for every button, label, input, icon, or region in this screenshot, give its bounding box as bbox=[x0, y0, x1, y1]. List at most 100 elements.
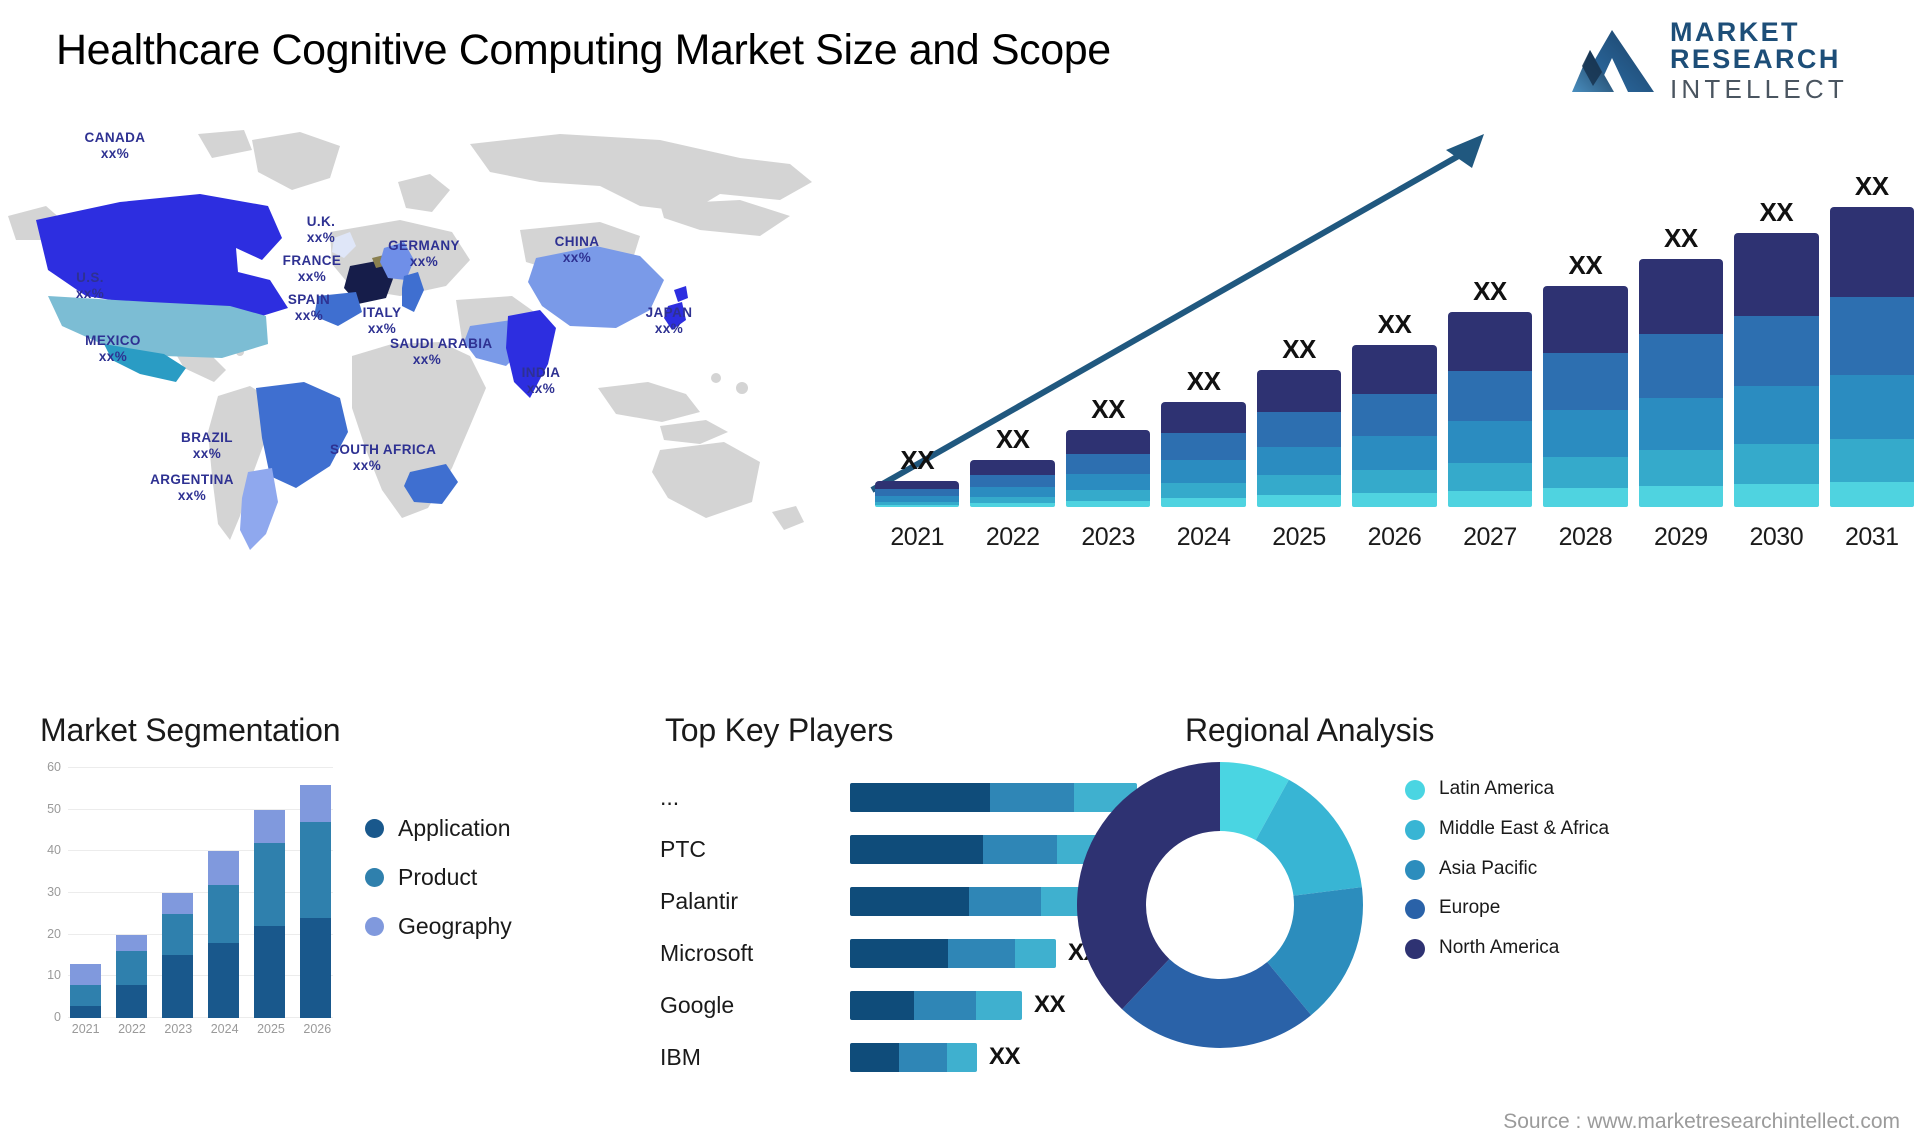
segmentation-legend-label: Application bbox=[398, 815, 511, 841]
regional-analysis-panel: Latin America Middle East & Africa Asia Pa… bbox=[1060, 755, 1920, 1085]
forecast-year-label: 2025 bbox=[1272, 523, 1326, 551]
regional-legend-item[interactable]: Asia Pacific bbox=[1405, 857, 1609, 881]
forecast-bar-segment bbox=[1256, 370, 1342, 412]
forecast-bar-value-label: XX bbox=[1759, 197, 1794, 228]
player-bar-segment bbox=[850, 834, 983, 864]
legend-color-swatch-icon bbox=[1405, 780, 1425, 800]
segmentation-legend: Application Product Geography bbox=[365, 815, 512, 962]
segmentation-y-tick: 50 bbox=[47, 801, 61, 816]
forecast-bar-segment bbox=[1734, 316, 1819, 387]
segmentation-bar-segment bbox=[254, 926, 285, 1018]
world-map-panel: CANADA xx% U.S. xx% MEXICO xx% BRAZIL xx… bbox=[0, 120, 830, 560]
brand-line-research: RESEARCH bbox=[1670, 43, 1841, 74]
forecast-bar bbox=[1734, 233, 1819, 507]
forecast-bar-group: XX bbox=[1829, 167, 1914, 507]
forecast-bar-segment bbox=[1829, 438, 1914, 482]
segmentation-y-tick: 40 bbox=[47, 843, 61, 858]
forecast-bar-segment bbox=[1161, 460, 1246, 483]
forecast-bar-value-label: XX bbox=[995, 424, 1030, 455]
regional-legend-item[interactable]: Latin America bbox=[1405, 777, 1609, 801]
player-name-label: ... bbox=[660, 783, 680, 810]
donut-slice[interactable] bbox=[1077, 762, 1220, 1010]
forecast-bar-value-label: XX bbox=[1186, 365, 1221, 396]
brand-logo: MARKET RESEARCH INTELLECT bbox=[1568, 14, 1898, 106]
legend-color-swatch-icon bbox=[1405, 899, 1425, 920]
forecast-bar-segment bbox=[1543, 352, 1628, 410]
player-bar bbox=[850, 1042, 977, 1072]
forecast-bar-segment bbox=[1256, 411, 1342, 447]
market-segmentation-title: Market Segmentation bbox=[40, 712, 341, 748]
forecast-bar-segment bbox=[1256, 446, 1342, 476]
player-bar-segment bbox=[947, 938, 1015, 968]
player-bar-segment bbox=[947, 1042, 977, 1072]
segmentation-legend-item[interactable]: Product bbox=[365, 864, 512, 891]
segmentation-legend-item[interactable]: Geography bbox=[365, 913, 512, 940]
forecast-bar-segment bbox=[1352, 394, 1437, 436]
forecast-bar-group: XX bbox=[1161, 167, 1246, 507]
segmentation-y-tick: 0 bbox=[54, 1010, 61, 1024]
forecast-bar-segment bbox=[875, 505, 960, 507]
segmentation-plot-area: 0 10 20 30 40 50 60 bbox=[47, 760, 333, 1024]
forecast-bar-segment bbox=[1543, 286, 1628, 353]
forecast-year-axis: 2021 2022 2023 2024 2025 2026 2027 2028 2029 2030… bbox=[875, 523, 1914, 552]
segmentation-bar-segment bbox=[70, 963, 101, 985]
forecast-bars: XX XX XX XX XX XX XX XX XX XX XX bbox=[875, 167, 1914, 507]
segmentation-y-tick: 10 bbox=[47, 968, 61, 983]
legend-color-swatch-icon bbox=[365, 819, 384, 838]
source-note: Source : www.marketresearchintellect.com bbox=[1503, 1110, 1900, 1133]
forecast-bar-segment bbox=[1447, 370, 1533, 422]
segmentation-bar-group bbox=[254, 768, 285, 1018]
regional-analysis-title: Regional Analysis bbox=[1185, 712, 1435, 748]
segmentation-y-tick: 30 bbox=[47, 885, 61, 899]
forecast-year-label: 2031 bbox=[1844, 523, 1899, 551]
forecast-bar-segment bbox=[1256, 475, 1342, 496]
regional-legend-item[interactable]: Middle East & Africa bbox=[1405, 817, 1609, 841]
forecast-bar-value-label: XX bbox=[1568, 250, 1603, 281]
legend-color-swatch-icon bbox=[365, 917, 384, 936]
forecast-bar-segment bbox=[970, 460, 1055, 475]
segmentation-legend-item[interactable]: Application bbox=[365, 815, 512, 842]
forecast-bar-segment bbox=[1829, 297, 1914, 375]
forecast-bar-segment bbox=[1638, 486, 1724, 507]
forecast-bar-segment bbox=[1638, 334, 1724, 398]
player-name-label: Palantir bbox=[660, 887, 738, 914]
forecast-bar-segment bbox=[1734, 483, 1819, 507]
regional-legend-label: Middle East & Africa bbox=[1439, 817, 1610, 839]
forecast-bar bbox=[1065, 430, 1151, 507]
regional-legend-item[interactable]: North America bbox=[1405, 936, 1609, 960]
forecast-bar bbox=[1161, 401, 1246, 507]
regional-donut-chart bbox=[1077, 762, 1363, 1048]
player-bar-segment bbox=[849, 782, 990, 812]
brand-line-market: MARKET bbox=[1670, 16, 1800, 47]
forecast-bar bbox=[1352, 344, 1437, 507]
forecast-bar-group: XX bbox=[1352, 167, 1437, 507]
segmentation-bar-group bbox=[116, 768, 147, 1018]
forecast-bar-segment bbox=[1161, 433, 1246, 461]
world-map-svg bbox=[8, 130, 812, 550]
forecast-bar-segment bbox=[1734, 233, 1819, 317]
forecast-bar bbox=[1638, 259, 1724, 507]
forecast-bar bbox=[970, 460, 1055, 507]
forecast-bar-segment bbox=[1065, 489, 1151, 501]
forecast-bar-group: XX bbox=[875, 167, 960, 507]
forecast-bar-segment bbox=[1734, 443, 1819, 484]
forecast-bar-segment bbox=[1829, 207, 1914, 298]
segmentation-x-axis: 2021 2022 2023 2024 2025 2026 bbox=[70, 1022, 333, 1036]
segmentation-bar-group bbox=[208, 768, 239, 1018]
forecast-year-label: 2030 bbox=[1749, 523, 1804, 551]
segmentation-bar-group bbox=[162, 768, 193, 1018]
regional-legend-item[interactable]: Europe bbox=[1405, 896, 1609, 920]
legend-color-swatch-icon bbox=[1405, 819, 1425, 840]
segmentation-bars bbox=[70, 768, 331, 1018]
player-bar-segment bbox=[975, 990, 1022, 1020]
regional-legend-label: Latin America bbox=[1439, 778, 1555, 799]
forecast-bar-chart: XX XX XX XX XX XX XX XX XX XX XX 2021 2022 2023 2024 2… bbox=[860, 120, 1920, 555]
forecast-bar-value-label: XX bbox=[1282, 334, 1316, 365]
player-name-label: PTC bbox=[660, 835, 706, 862]
player-bar-segment bbox=[913, 990, 976, 1020]
forecast-bar bbox=[1829, 207, 1914, 507]
player-value-label: XX bbox=[989, 1043, 1021, 1070]
segmentation-bar bbox=[70, 963, 101, 1018]
forecast-bar-segment bbox=[1352, 435, 1437, 471]
player-name-label: Microsoft bbox=[660, 939, 754, 966]
